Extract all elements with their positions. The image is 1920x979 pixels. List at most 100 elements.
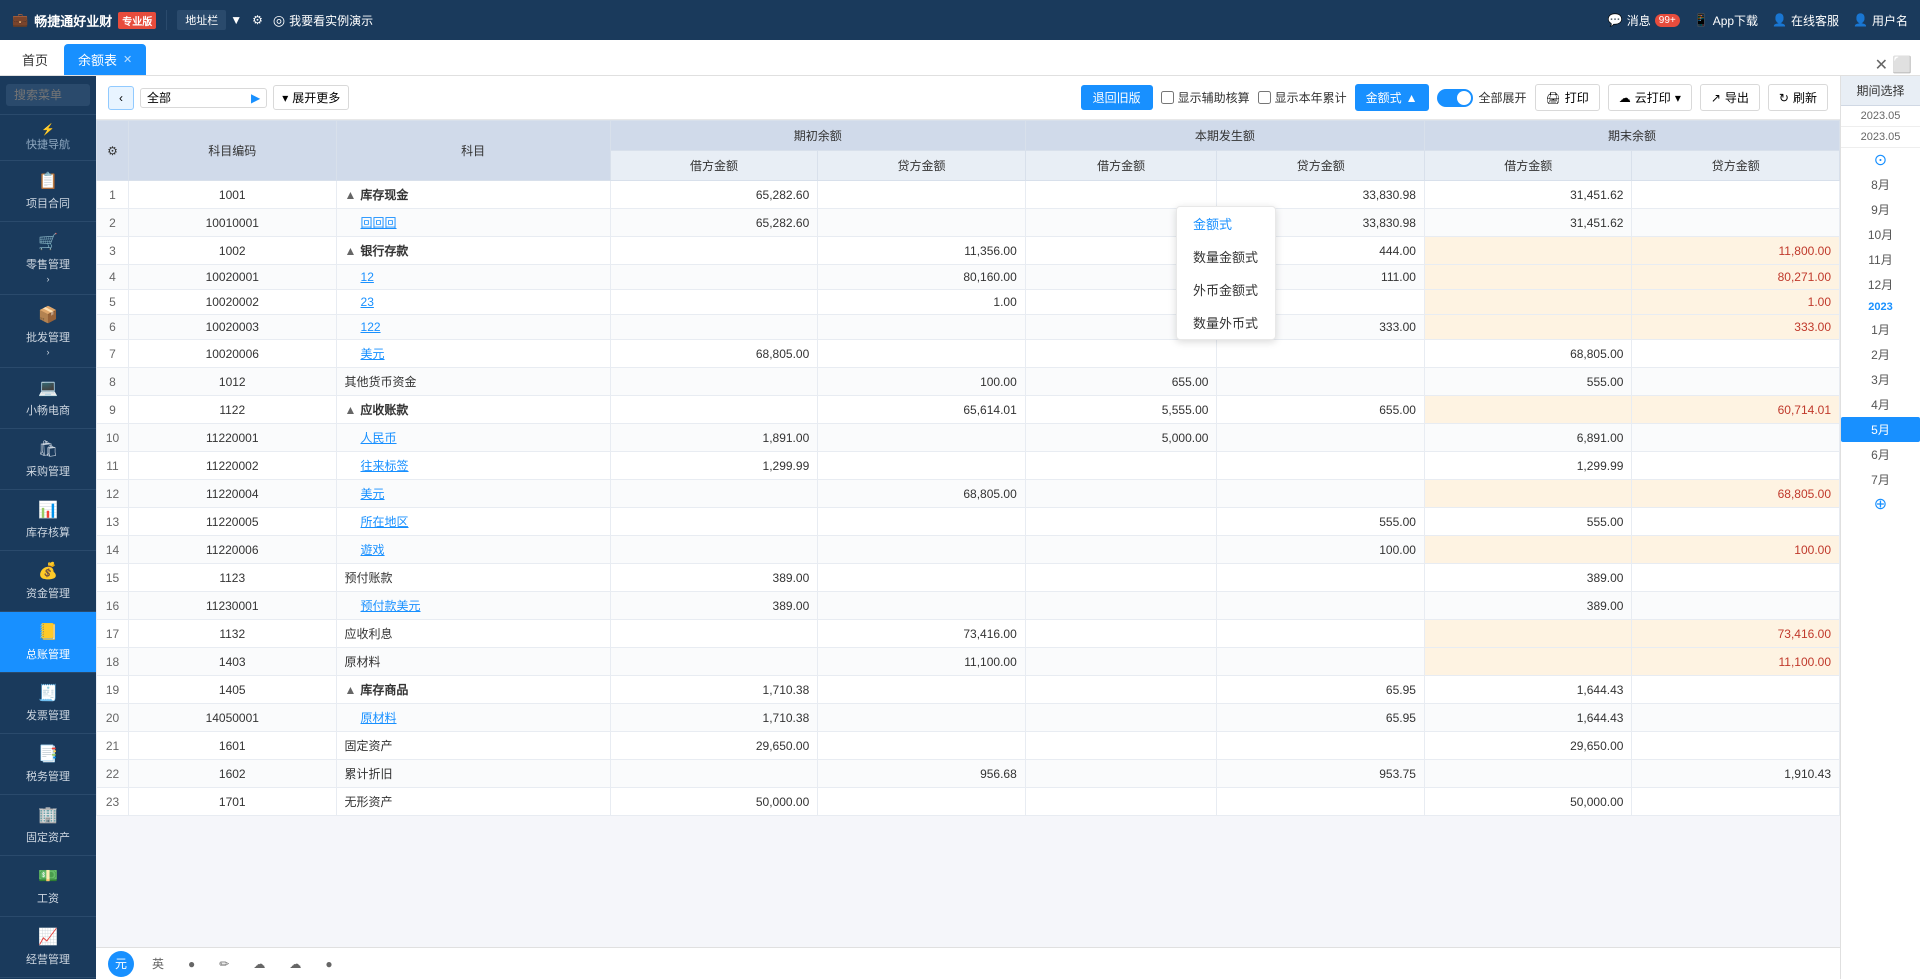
cloud-print-label: 云打印: [1635, 89, 1671, 106]
account-name[interactable]: ▲库存现金: [336, 181, 610, 209]
month-2[interactable]: 2月: [1841, 342, 1920, 367]
sidebar-item-inventory[interactable]: 📊 库存核算: [0, 490, 96, 551]
month-10[interactable]: 10月: [1841, 222, 1920, 247]
tab-home[interactable]: 首页: [8, 44, 62, 75]
account-name: 其他货币资金: [336, 368, 610, 396]
sidebar-item-payroll[interactable]: 💵 工资: [0, 856, 96, 917]
cb-debit-cell: [1424, 760, 1632, 788]
ob-debit-cell: 1,710.38: [610, 676, 818, 704]
account-name: 应收利息: [336, 620, 610, 648]
account-name[interactable]: ▲库存商品: [336, 676, 610, 704]
next-year-btn[interactable]: ⊕: [1841, 492, 1920, 516]
account-name[interactable]: ▲应收账款: [336, 396, 610, 424]
month-9[interactable]: 9月: [1841, 197, 1920, 222]
dot-btn2[interactable]: ●: [319, 955, 338, 973]
month-7[interactable]: 7月: [1841, 467, 1920, 492]
account-code: 1132: [129, 620, 337, 648]
online-service-btn[interactable]: 👤 在线客服: [1772, 12, 1839, 29]
ob-debit-cell: 29,650.00: [610, 732, 818, 760]
dropdown-item-amount[interactable]: 金额式: [1177, 207, 1275, 240]
month-3[interactable]: 3月: [1841, 367, 1920, 392]
cb-credit-cell: [1632, 181, 1840, 209]
edit-btn[interactable]: ✏: [213, 955, 235, 973]
address-bar[interactable]: 地址栏 ▼: [177, 10, 242, 30]
sidebar-item-tax[interactable]: 📑 税务管理: [0, 734, 96, 795]
cb-credit-cell: 73,416.00: [1632, 620, 1840, 648]
table-row: 211601固定资产29,650.0029,650.00: [97, 732, 1840, 760]
sidebar-item-general-ledger[interactable]: 📒 总账管理: [0, 612, 96, 673]
dot-btn1[interactable]: ●: [182, 955, 201, 973]
sidebar-item-fixed-assets[interactable]: 🏢 固定资产: [0, 795, 96, 856]
settings-btn[interactable]: ⚙: [252, 13, 263, 27]
month-6[interactable]: 6月: [1841, 442, 1920, 467]
month-12[interactable]: 12月: [1841, 272, 1920, 297]
sidebar-item-wholesale[interactable]: 📦 批发管理 ›: [0, 295, 96, 368]
sidebar-item-ecommerce[interactable]: 💻 小畅电商: [0, 368, 96, 429]
table-row: 151123预付账款389.00389.00: [97, 564, 1840, 592]
month-4[interactable]: 4月: [1841, 392, 1920, 417]
sidebar-item-retail[interactable]: 🛒 零售管理 ›: [0, 222, 96, 295]
return-old-btn[interactable]: 退回旧版: [1081, 85, 1153, 110]
month-8[interactable]: 8月: [1841, 172, 1920, 197]
month-1[interactable]: 1月: [1841, 317, 1920, 342]
filter-input[interactable]: [147, 91, 247, 105]
month-11[interactable]: 11月: [1841, 247, 1920, 272]
ob-credit-cell: [818, 508, 1026, 536]
search-go-icon[interactable]: ▶: [251, 91, 260, 105]
ob-credit-cell: 68,805.00: [818, 480, 1026, 508]
table-settings-icon[interactable]: ⚙: [107, 144, 118, 158]
cloud-print-btn[interactable]: ☁ 云打印 ▾: [1608, 84, 1692, 111]
ob-credit-cell: [818, 452, 1026, 480]
refresh-btn[interactable]: ↻ 刷新: [1768, 84, 1828, 111]
restore-icon[interactable]: ⬜: [1892, 55, 1912, 75]
sidebar-item-capital[interactable]: 💰 资金管理: [0, 551, 96, 612]
cb-debit-cell: 68,805.00: [1424, 340, 1632, 368]
back-btn[interactable]: ‹: [108, 86, 134, 110]
cloud-btn1[interactable]: ☁: [247, 955, 271, 973]
dropdown-item-qty-foreign[interactable]: 数量外币式: [1177, 306, 1275, 339]
toggle-switch[interactable]: [1437, 89, 1473, 107]
close-icon[interactable]: ✕: [123, 53, 132, 66]
ob-debit-cell: [610, 265, 818, 290]
user-avatar[interactable]: 👤 用户名: [1853, 12, 1908, 29]
settings-col-header[interactable]: ⚙: [97, 121, 129, 181]
account-code: 11220002: [129, 452, 337, 480]
prev-year-btn[interactable]: ⊙: [1841, 148, 1920, 172]
account-code: 1122: [129, 396, 337, 424]
ecommerce-label: 小畅电商: [26, 402, 70, 418]
cloud-btn2[interactable]: ☁: [283, 955, 307, 973]
dropdown-item-foreign-amount[interactable]: 外币金额式: [1177, 273, 1275, 306]
curr-debit-cell: [1025, 732, 1217, 760]
ob-credit-cell: [818, 564, 1026, 592]
app-icon: 💼: [12, 12, 28, 28]
chevron-down-icon4: ▾: [1675, 91, 1681, 105]
search-input[interactable]: [6, 84, 90, 106]
show-ytd-checkbox[interactable]: 显示本年累计: [1258, 89, 1347, 106]
print-btn[interactable]: 🖨 打印: [1535, 84, 1600, 111]
ob-debit-cell: [610, 480, 818, 508]
account-name[interactable]: ▲银行存款: [336, 237, 610, 265]
dropdown-item-qty-amount[interactable]: 数量金额式: [1177, 240, 1275, 273]
expand-all-toggle[interactable]: 全部展开: [1437, 89, 1527, 107]
expand-more-btn[interactable]: ▾ 展开更多: [273, 85, 349, 110]
account-name[interactable]: 预付账款: [336, 564, 610, 592]
amount-style-btn[interactable]: 金额式 ▲: [1355, 84, 1429, 111]
app-download-btn[interactable]: 📱 App下载: [1694, 12, 1758, 29]
tab-balance[interactable]: 余额表 ✕: [64, 44, 146, 75]
sidebar-item-quick-nav[interactable]: ⚡ 快捷导航: [0, 115, 96, 161]
show-auxiliary-checkbox[interactable]: 显示辅助核算: [1161, 89, 1250, 106]
row-num: 21: [97, 732, 129, 760]
sidebar-item-operations[interactable]: 📈 经营管理: [0, 917, 96, 978]
row-num: 14: [97, 536, 129, 564]
minimize-icon[interactable]: ✕: [1875, 55, 1888, 75]
app-download-label: App下载: [1713, 12, 1758, 29]
language-btn[interactable]: 英: [146, 953, 170, 974]
export-btn[interactable]: ↗ 导出: [1700, 84, 1760, 111]
currency-btn[interactable]: 元: [108, 951, 134, 977]
sidebar-item-invoice[interactable]: 🧾 发票管理: [0, 673, 96, 734]
sidebar-item-project-contract[interactable]: 📋 项目合同: [0, 161, 96, 222]
month-5[interactable]: 5月: [1841, 417, 1920, 442]
demo-link[interactable]: ◎ 我要看实例演示: [273, 12, 373, 29]
message-btn[interactable]: 💬 消息 99+: [1608, 12, 1680, 29]
sidebar-item-purchase[interactable]: 🛍 采购管理: [0, 429, 96, 490]
